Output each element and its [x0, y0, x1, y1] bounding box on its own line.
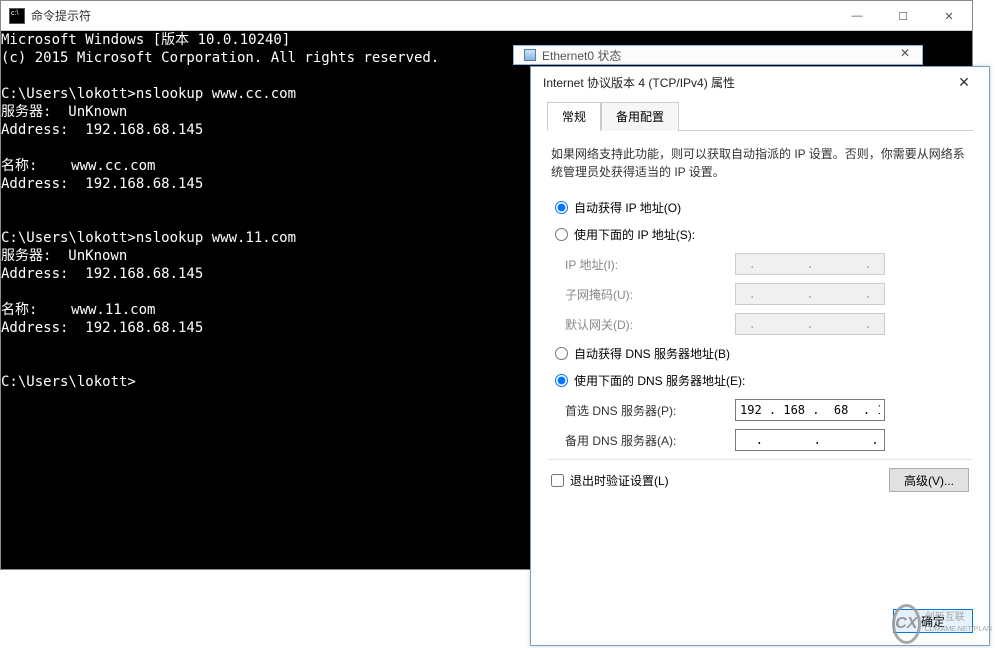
- exit-validate-row[interactable]: 退出时验证设置(L): [551, 472, 669, 489]
- radio-manual-ip-input[interactable]: [555, 228, 568, 241]
- radio-manual-ip-label: 使用下面的 IP 地址(S):: [574, 226, 695, 243]
- cmd-titlebar[interactable]: 命令提示符 — ☐ ✕: [1, 1, 972, 31]
- radio-auto-dns-input[interactable]: [555, 347, 568, 360]
- subnet-mask-input: [735, 283, 885, 305]
- tab-alternate[interactable]: 备用配置: [601, 102, 679, 131]
- radio-auto-ip-input[interactable]: [555, 201, 568, 214]
- ethernet-icon: [524, 49, 536, 61]
- tab-general[interactable]: 常规: [547, 102, 601, 131]
- radio-manual-dns-label: 使用下面的 DNS 服务器地址(E):: [574, 372, 745, 389]
- advanced-button[interactable]: 高级(V)...: [889, 468, 969, 492]
- exit-validate-label: 退出时验证设置(L): [570, 472, 669, 489]
- tab-strip: 常规 备用配置: [547, 101, 973, 131]
- radio-auto-dns[interactable]: 自动获得 DNS 服务器地址(B): [555, 345, 965, 362]
- ethernet-title: Ethernet0 状态: [542, 47, 621, 64]
- radio-auto-ip-label: 自动获得 IP 地址(O): [574, 199, 681, 216]
- preferred-dns-label: 首选 DNS 服务器(P):: [565, 402, 735, 419]
- ipv4-properties-dialog: Internet 协议版本 4 (TCP/IPv4) 属性 ✕ 常规 备用配置 …: [530, 66, 990, 646]
- maximize-button[interactable]: ☐: [880, 1, 926, 31]
- exit-validate-checkbox[interactable]: [551, 474, 564, 487]
- minimize-button[interactable]: —: [834, 1, 880, 31]
- separator: [547, 459, 973, 460]
- bottom-row: 退出时验证设置(L) 高级(V)...: [551, 468, 969, 492]
- radio-manual-dns-input[interactable]: [555, 374, 568, 387]
- cmd-title: 命令提示符: [31, 7, 91, 24]
- subnet-mask-label: 子网掩码(U):: [565, 286, 735, 303]
- close-button[interactable]: ✕: [926, 1, 972, 31]
- ipv4-body: 常规 备用配置 如果网络支持此功能，则可以获取自动指派的 IP 设置。否则，你需…: [531, 97, 989, 502]
- ip-address-label: IP 地址(I):: [565, 256, 735, 273]
- preferred-dns-input[interactable]: [735, 399, 885, 421]
- ipv4-title-text: Internet 协议版本 4 (TCP/IPv4) 属性: [543, 74, 735, 91]
- watermark-logo: CX 创新互联 CDMAME.NET/PLAN: [892, 600, 992, 648]
- radio-auto-ip[interactable]: 自动获得 IP 地址(O): [555, 199, 965, 216]
- watermark-icon: CX: [892, 604, 921, 644]
- ip-field-group: IP 地址(I): 子网掩码(U): 默认网关(D):: [565, 253, 969, 335]
- cmd-icon: [9, 8, 25, 24]
- ethernet-status-window: Ethernet0 状态 ✕: [513, 45, 923, 65]
- gateway-input: [735, 313, 885, 335]
- radio-manual-ip[interactable]: 使用下面的 IP 地址(S):: [555, 226, 965, 243]
- radio-auto-dns-label: 自动获得 DNS 服务器地址(B): [574, 345, 730, 362]
- gateway-label: 默认网关(D):: [565, 316, 735, 333]
- watermark-brand: 创新互联: [925, 612, 992, 624]
- window-controls: — ☐ ✕: [834, 1, 972, 31]
- radio-manual-dns[interactable]: 使用下面的 DNS 服务器地址(E):: [555, 372, 965, 389]
- description-text: 如果网络支持此功能，则可以获取自动指派的 IP 设置。否则，你需要从网络系统管理…: [551, 145, 969, 181]
- ipv4-titlebar[interactable]: Internet 协议版本 4 (TCP/IPv4) 属性 ✕: [531, 67, 989, 97]
- ipv4-close-button[interactable]: ✕: [949, 74, 979, 91]
- dns-field-group: 首选 DNS 服务器(P): 备用 DNS 服务器(A):: [565, 399, 969, 451]
- ip-address-input: [735, 253, 885, 275]
- watermark-text: 创新互联 CDMAME.NET/PLAN: [925, 612, 992, 636]
- ethernet-close-button[interactable]: ✕: [890, 46, 920, 64]
- alternate-dns-input[interactable]: [735, 429, 885, 451]
- alternate-dns-label: 备用 DNS 服务器(A):: [565, 432, 735, 449]
- watermark-sub: CDMAME.NET/PLAN: [925, 624, 992, 636]
